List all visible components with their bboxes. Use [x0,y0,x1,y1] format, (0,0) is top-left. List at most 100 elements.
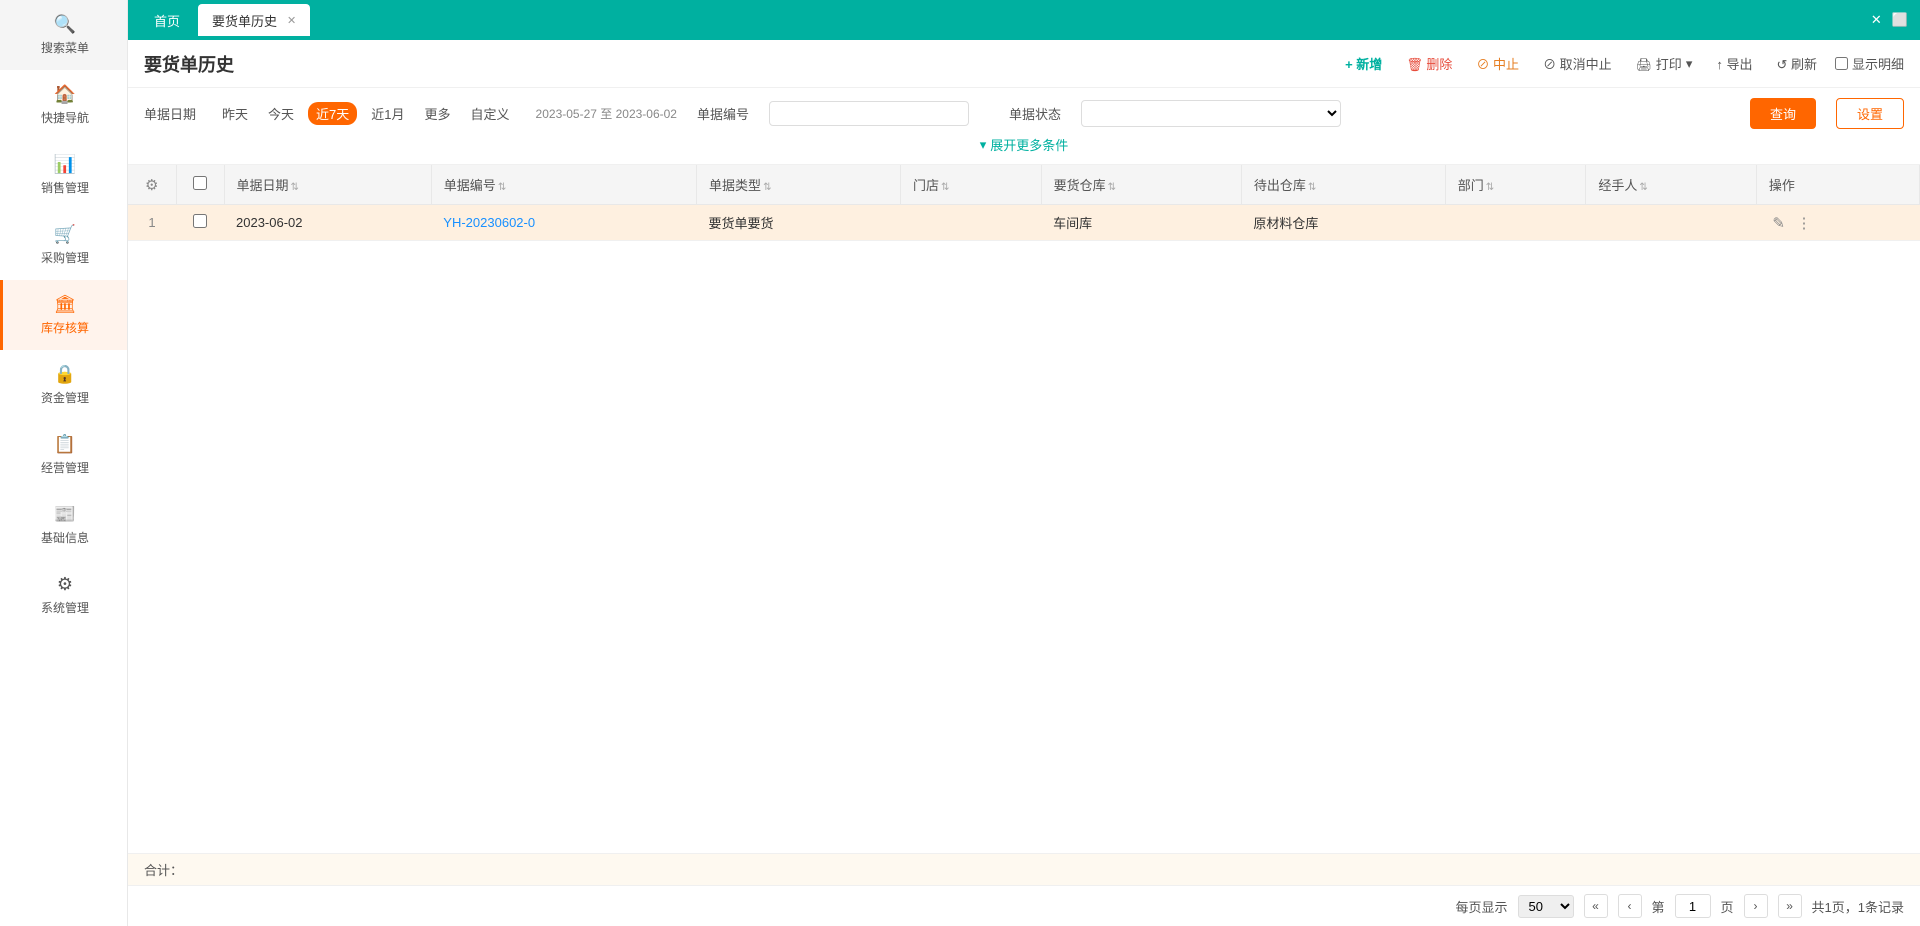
finance-mgmt-icon: 🔒 [54,364,76,385]
shortcut-last1month[interactable]: 近1月 [365,102,410,125]
doc-no-link[interactable]: YH-20230602-0 [443,215,535,230]
col-doc-no: 单据编号⇅ [431,165,696,205]
table-settings-icon[interactable]: ⚙ [145,177,158,194]
topbar: 首页 要货单历史 ✕ ✕ ⬜ [128,0,1920,40]
table-container: ⚙ 单据日期⇅ 单据编号⇅ 单据类型⇅ [128,165,1920,853]
sidebar-item-finance-mgmt[interactable]: 🔒 资金管理 [0,350,127,420]
topbar-right: ✕ ⬜ [1871,12,1908,28]
shortcut-last7days[interactable]: 近7天 [308,102,357,125]
row-num: 1 [128,205,176,241]
display-detail-checkbox[interactable] [1835,57,1848,70]
row-select-checkbox[interactable] [193,214,207,228]
new-button[interactable]: + 新增 [1339,50,1388,77]
date-filter-label: 单据日期 [144,104,196,123]
page-label: 页 [1721,897,1734,916]
page-input[interactable] [1675,894,1711,918]
sort-dept-icon[interactable]: ⇅ [1486,182,1494,193]
col-settings[interactable]: ⚙ [128,165,176,205]
row-date: 2023-06-02 [224,205,431,241]
row-doc-no[interactable]: YH-20230602-0 [431,205,696,241]
toolbar: + 新增 🗑 删除 ⊘ 中止 ⊘ 取消中止 🖨 打印 ▾ ↑ 导出 ↺ 刷新 显… [1339,50,1904,77]
refresh-button[interactable]: ↺ 刷新 [1770,50,1823,77]
main-area: 首页 要货单历史 ✕ ✕ ⬜ 要货单历史 + 新增 🗑 删除 ⊘ 中止 ⊘ 取消… [128,0,1920,926]
cancel-stop-button[interactable]: ⊘ 取消中止 [1537,50,1618,77]
col-checkbox [176,165,224,205]
row-checkbox[interactable] [176,205,224,241]
data-table: ⚙ 单据日期⇅ 单据编号⇅ 单据类型⇅ [128,165,1920,241]
sidebar-item-quick-nav[interactable]: 🏠 快捷导航 [0,70,127,140]
col-dept: 部门⇅ [1445,165,1586,205]
page-header: 要货单历史 + 新增 🗑 删除 ⊘ 中止 ⊘ 取消中止 🖨 打印 ▾ ↑ 导出 … [128,40,1920,88]
sidebar-item-ops-mgmt[interactable]: 📋 经营管理 [0,420,127,490]
per-page-select[interactable]: 50 100 200 [1518,895,1574,918]
row-store [900,205,1041,241]
col-date: 单据日期⇅ [224,165,431,205]
sort-reqwh-icon[interactable]: ⇅ [1108,182,1116,193]
page-last-btn[interactable]: » [1778,894,1802,918]
col-req-warehouse: 要货仓库⇅ [1041,165,1241,205]
status-select-wrap [1081,100,1730,127]
tab-requisition-history[interactable]: 要货单历史 ✕ [198,4,310,36]
page-prev-btn[interactable]: ‹ [1618,894,1642,918]
quick-nav-icon: 🏠 [54,84,76,105]
inventory-icon: 🏛 [54,294,77,315]
sidebar-item-purchase-mgmt[interactable]: 🛒 采购管理 [0,210,127,280]
sort-handler-icon[interactable]: ⇅ [1639,182,1647,193]
sort-store-icon[interactable]: ⇅ [941,182,949,193]
total-label: 合计： [144,863,183,878]
content-area: 要货单历史 + 新增 🗑 删除 ⊘ 中止 ⊘ 取消中止 🖨 打印 ▾ ↑ 导出 … [128,40,1920,926]
sys-mgmt-icon: ⚙ [57,574,73,595]
sidebar-item-inventory[interactable]: 🏛 库存核算 [0,280,127,350]
ops-mgmt-icon: 📋 [54,434,76,455]
row-req-warehouse: 车间库 [1041,205,1241,241]
expand-more-btn[interactable]: ▾ 展开更多条件 [144,135,1904,154]
doc-status-select[interactable] [1081,100,1341,127]
sort-date-icon[interactable]: ⇅ [291,182,299,193]
window-maximize-btn[interactable]: ⬜ [1892,12,1908,28]
expand-down-icon: ▾ [980,137,987,153]
table-footer: 合计： [128,853,1920,885]
sidebar-item-sys-mgmt[interactable]: ⚙ 系统管理 [0,560,127,630]
sort-pendwh-icon[interactable]: ⇅ [1308,182,1316,193]
shortcut-yesterday[interactable]: 昨天 [216,102,254,125]
shortcut-custom[interactable]: 自定义 [465,102,516,125]
export-button[interactable]: ↑ 导出 [1710,50,1758,77]
sidebar-item-basic-info[interactable]: 📰 基础信息 [0,490,127,560]
shortcut-more[interactable]: 更多 [419,102,457,125]
row-more-icon[interactable]: ⋮ [1793,213,1816,234]
sidebar: 🔍 搜索菜单 🏠 快捷导航 📊 销售管理 🛒 采购管理 🏛 库存核算 🔒 资金管… [0,0,128,926]
filter-area: 单据日期 昨天 今天 近7天 近1月 更多 自定义 2023-05-27 至 2… [128,88,1920,165]
shortcut-today[interactable]: 今天 [262,102,300,125]
row-pending-warehouse: 原材料仓库 [1241,205,1445,241]
delete-button[interactable]: 🗑 删除 [1400,50,1458,77]
window-close-btn[interactable]: ✕ [1871,12,1882,28]
doc-no-label: 单据编号 [697,104,749,123]
purchase-mgmt-icon: 🛒 [54,224,76,245]
row-edit-icon[interactable]: ✎ [1768,213,1789,234]
sidebar-item-search-menu[interactable]: 🔍 搜索菜单 [0,0,127,70]
col-operation: 操作 [1756,165,1919,205]
doc-no-input[interactable] [769,101,969,126]
search-menu-icon: 🔍 [54,14,76,35]
pagination-bar: 每页显示 50 100 200 « ‹ 第 页 › » 共1页，1条记录 [128,885,1920,926]
total-info: 共1页，1条记录 [1812,897,1904,916]
sort-doctype-icon[interactable]: ⇅ [763,182,771,193]
page-first-btn[interactable]: « [1584,894,1608,918]
tab-home[interactable]: 首页 [140,4,194,36]
stop-button[interactable]: ⊘ 中止 [1470,50,1525,77]
display-detail-toggle[interactable]: 显示明细 [1835,54,1904,73]
page-next-btn[interactable]: › [1744,894,1768,918]
settings-button[interactable]: 设置 [1836,98,1904,129]
print-label: 🖨 打印 [1636,54,1682,73]
select-all-checkbox[interactable] [193,176,207,190]
table-body: 1 2023-06-02 YH-20230602-0 要货单要货 车间库 原材料… [128,205,1920,241]
print-button[interactable]: 🖨 打印 ▾ [1630,50,1699,77]
sort-docno-icon[interactable]: ⇅ [498,182,506,193]
tab-close-icon[interactable]: ✕ [287,14,296,27]
page-jump-label: 第 [1652,897,1665,916]
print-dropdown-icon[interactable]: ▾ [1686,56,1693,72]
filter-row-1: 单据日期 昨天 今天 近7天 近1月 更多 自定义 2023-05-27 至 2… [144,98,1904,129]
query-button[interactable]: 查询 [1750,98,1816,129]
row-handler [1586,205,1756,241]
sidebar-item-sales-mgmt[interactable]: 📊 销售管理 [0,140,127,210]
